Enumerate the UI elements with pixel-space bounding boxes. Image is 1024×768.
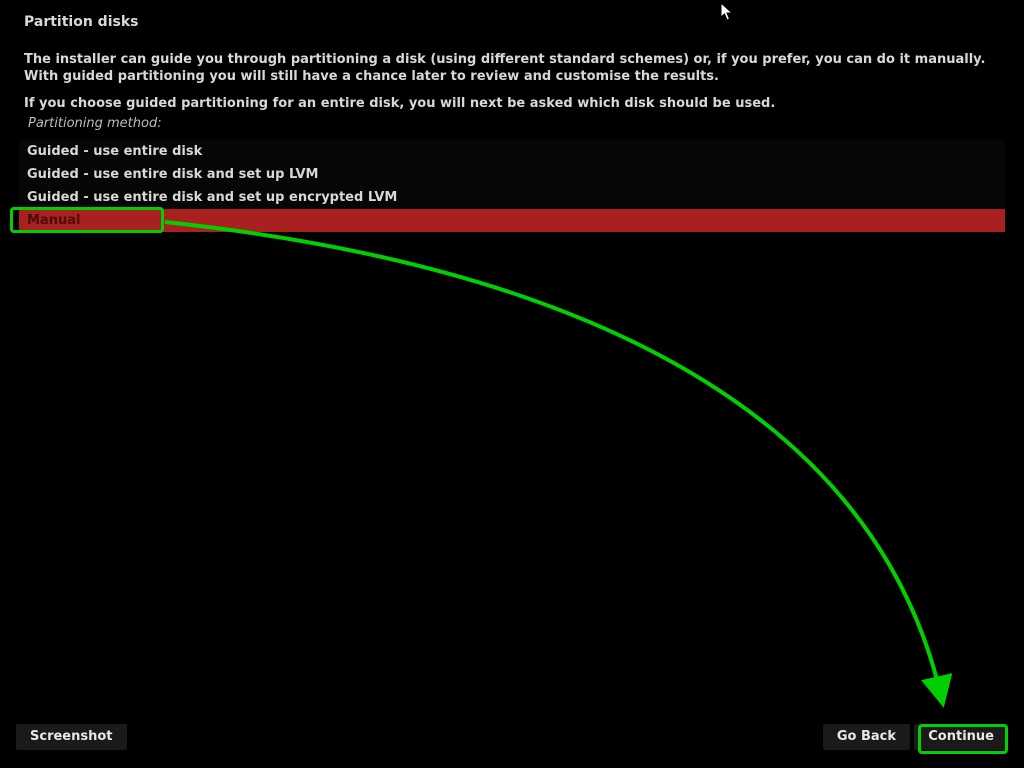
intro-paragraph-2: If you choose guided partitioning for an… (24, 96, 1004, 113)
partitioning-method-list: Guided - use entire disk Guided - use en… (19, 140, 1005, 232)
page-title: Partition disks (24, 14, 138, 30)
go-back-button[interactable]: Go Back (823, 724, 910, 750)
partitioning-method-label: Partitioning method: (28, 116, 162, 131)
option-guided-encrypted-lvm[interactable]: Guided - use entire disk and set up encr… (19, 186, 1005, 209)
intro-paragraph-1: The installer can guide you through part… (24, 52, 1004, 86)
cursor-icon (720, 2, 734, 22)
footer-bar: Screenshot Go Back Continue (0, 720, 1024, 768)
option-guided-lvm[interactable]: Guided - use entire disk and set up LVM (19, 163, 1005, 186)
option-manual[interactable]: Manual (19, 209, 1005, 232)
screenshot-button[interactable]: Screenshot (16, 724, 127, 750)
option-guided-entire-disk[interactable]: Guided - use entire disk (19, 140, 1005, 163)
continue-button[interactable]: Continue (914, 724, 1008, 750)
